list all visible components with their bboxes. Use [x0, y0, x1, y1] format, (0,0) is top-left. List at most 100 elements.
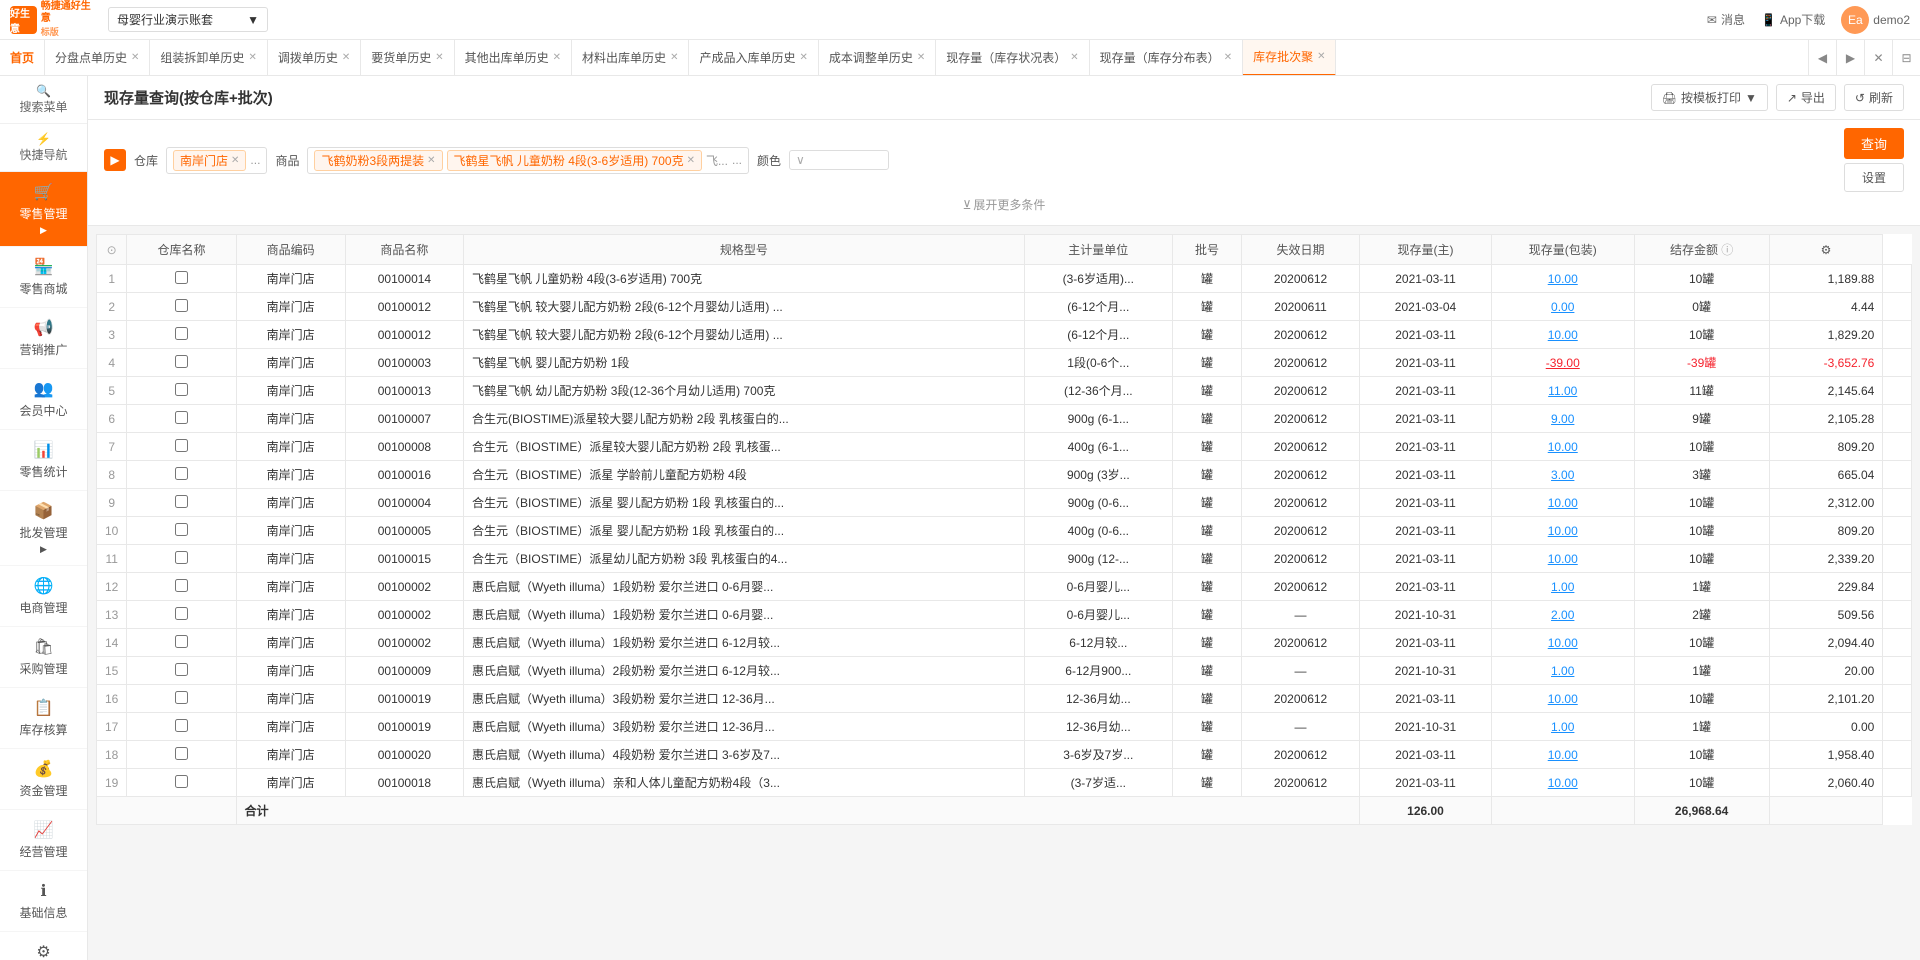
tab-yaohuo[interactable]: 要货单历史 ✕	[361, 40, 454, 76]
app-download-btn[interactable]: 📱 App下载	[1761, 11, 1825, 28]
close-icon[interactable]: ✕	[342, 52, 350, 63]
export-button[interactable]: ↗ 导出	[1776, 84, 1836, 111]
tab-chengbendiao[interactable]: 成本调整单历史 ✕	[819, 40, 936, 76]
sidebar-item-ecommerce[interactable]: 🌐 电商管理	[0, 566, 87, 627]
close-icon[interactable]: ✕	[917, 52, 925, 63]
row-checkbox[interactable]	[175, 551, 188, 564]
cell-stock-main[interactable]: 10.00	[1491, 629, 1634, 657]
tab-home[interactable]: 首页	[0, 40, 45, 76]
color-filter-group[interactable]: ∨	[789, 150, 889, 170]
sidebar-quick-nav[interactable]: ⚡ 快捷导航	[0, 124, 87, 172]
cell-stock-main[interactable]: 10.00	[1491, 489, 1634, 517]
cell-stock-main[interactable]: 1.00	[1491, 713, 1634, 741]
row-checkbox[interactable]	[175, 495, 188, 508]
row-checkbox[interactable]	[175, 579, 188, 592]
close-icon[interactable]: ✕	[799, 52, 807, 63]
tab-xianzai1[interactable]: 现存量（库存状况表） ✕	[936, 40, 1089, 76]
sidebar-item-system[interactable]: ⚙ 系统管理	[0, 932, 87, 960]
tab-fenku[interactable]: 分盘点单历史 ✕	[45, 40, 150, 76]
print-button[interactable]: 🖨 按模板打印 ▼	[1651, 84, 1768, 111]
sidebar-item-finance[interactable]: 💰 资金管理	[0, 749, 87, 810]
cell-stock-main[interactable]: 1.00	[1491, 657, 1634, 685]
cell-stock-main[interactable]: 2.00	[1491, 601, 1634, 629]
query-button[interactable]: 查询	[1844, 128, 1904, 159]
row-checkbox[interactable]	[175, 467, 188, 480]
row-checkbox[interactable]	[175, 271, 188, 284]
row-checkbox[interactable]	[175, 719, 188, 732]
close-icon[interactable]: ✕	[1070, 52, 1078, 63]
cell-stock-main[interactable]: 10.00	[1491, 433, 1634, 461]
tab-next-btn[interactable]: ▶	[1836, 40, 1864, 76]
refresh-button[interactable]: ↺ 刷新	[1844, 84, 1904, 111]
sidebar-item-retail-stats[interactable]: 📊 零售统计	[0, 430, 87, 491]
tab-kucunpici[interactable]: 库存批次聚 ✕	[1243, 40, 1336, 76]
sidebar-item-inventory[interactable]: 📋 库存核算	[0, 688, 87, 749]
row-checkbox[interactable]	[175, 635, 188, 648]
close-icon[interactable]: ✕	[670, 52, 678, 63]
cell-stock-main[interactable]: 10.00	[1491, 265, 1634, 293]
cell-stock-main[interactable]: 1.00	[1491, 573, 1634, 601]
row-checkbox[interactable]	[175, 383, 188, 396]
sidebar-search[interactable]: 🔍 搜索菜单	[0, 76, 87, 124]
warehouse-filter-group[interactable]: 南岸门店 ✕ ...	[166, 147, 267, 174]
user-menu[interactable]: Ea demo2	[1841, 6, 1910, 34]
filter-toggle-btn[interactable]: ▶	[104, 149, 126, 171]
row-checkbox[interactable]	[175, 607, 188, 620]
tab-xianzai2[interactable]: 现存量（库存分布表） ✕	[1090, 40, 1243, 76]
close-icon[interactable]: ✕	[1317, 51, 1325, 62]
sidebar-item-member[interactable]: 👥 会员中心	[0, 369, 87, 430]
row-checkbox[interactable]	[175, 327, 188, 340]
close-icon[interactable]: ✕	[131, 52, 139, 63]
header-checkbox[interactable]: ⊙	[97, 235, 127, 265]
tab-qitachu[interactable]: 其他出库单历史 ✕	[455, 40, 572, 76]
sidebar-item-purchase[interactable]: 🛍 采购管理	[0, 627, 87, 688]
cell-stock-main[interactable]: 10.00	[1491, 545, 1634, 573]
tab-cailiaochu[interactable]: 材料出库单历史 ✕	[572, 40, 689, 76]
sidebar-item-retail-shop[interactable]: 🏪 零售商城	[0, 247, 87, 308]
cell-name: 合生元（BIOSTIME）派星 学龄前儿童配方奶粉 4段	[464, 461, 1025, 489]
cell-stock-main[interactable]: 10.00	[1491, 685, 1634, 713]
close-icon[interactable]: ✕	[435, 52, 443, 63]
sidebar-item-basic[interactable]: ℹ 基础信息	[0, 871, 87, 932]
row-checkbox[interactable]	[175, 663, 188, 676]
row-checkbox[interactable]	[175, 775, 188, 788]
row-checkbox[interactable]	[175, 411, 188, 424]
sidebar-item-marketing[interactable]: 📢 营销推广	[0, 308, 87, 369]
row-checkbox[interactable]	[175, 299, 188, 312]
tab-menu-btn[interactable]: ⊟	[1892, 40, 1920, 76]
close-icon[interactable]: ✕	[1224, 52, 1232, 63]
tab-chengpinru[interactable]: 产成品入库单历史 ✕	[689, 40, 818, 76]
tab-prev-btn[interactable]: ◀	[1808, 40, 1836, 76]
remove-product-tag-1[interactable]: ✕	[427, 155, 435, 166]
close-icon[interactable]: ✕	[553, 52, 561, 63]
row-checkbox[interactable]	[175, 355, 188, 368]
cell-stock-main[interactable]: 3.00	[1491, 461, 1634, 489]
product-filter-group[interactable]: 飞鹤奶粉3段两提装 ✕ 飞鹤星飞帆 儿童奶粉 4段(3-6岁适用) 700克 ✕…	[307, 147, 749, 174]
tab-zuchai[interactable]: 组装拆卸单历史 ✕	[150, 40, 267, 76]
sidebar-item-retail-mgmt[interactable]: 🛒 零售管理 ▶	[0, 172, 87, 247]
settings-button[interactable]: 设置	[1844, 163, 1904, 192]
sidebar-item-wholesale[interactable]: 📦 批发管理 ▶	[0, 491, 87, 566]
row-checkbox[interactable]	[175, 691, 188, 704]
cell-stock-main[interactable]: 10.00	[1491, 321, 1634, 349]
cell-stock-main[interactable]: 11.00	[1491, 377, 1634, 405]
cell-stock-main[interactable]: 10.00	[1491, 769, 1634, 797]
header-settings[interactable]: ⚙	[1769, 235, 1883, 265]
cell-stock-main[interactable]: 10.00	[1491, 741, 1634, 769]
remove-warehouse-tag[interactable]: ✕	[231, 155, 239, 166]
cell-stock-main[interactable]: -39.00	[1491, 349, 1634, 377]
cell-stock-main[interactable]: 10.00	[1491, 517, 1634, 545]
row-checkbox[interactable]	[175, 523, 188, 536]
tab-close-btn[interactable]: ✕	[1864, 40, 1892, 76]
sidebar-item-operations[interactable]: 📈 经营管理	[0, 810, 87, 871]
cell-stock-main[interactable]: 0.00	[1491, 293, 1634, 321]
row-checkbox[interactable]	[175, 439, 188, 452]
row-checkbox[interactable]	[175, 747, 188, 760]
cell-stock-main[interactable]: 9.00	[1491, 405, 1634, 433]
remove-product-tag-2[interactable]: ✕	[687, 155, 695, 166]
expand-more-filters[interactable]: ⊻ 展开更多条件	[104, 192, 1904, 217]
store-selector[interactable]: 母婴行业演示账套 ▼	[108, 7, 268, 32]
messages-btn[interactable]: ✉ 消息	[1707, 11, 1745, 28]
close-icon[interactable]: ✕	[248, 52, 256, 63]
tab-tiaopou[interactable]: 调拨单历史 ✕	[268, 40, 361, 76]
